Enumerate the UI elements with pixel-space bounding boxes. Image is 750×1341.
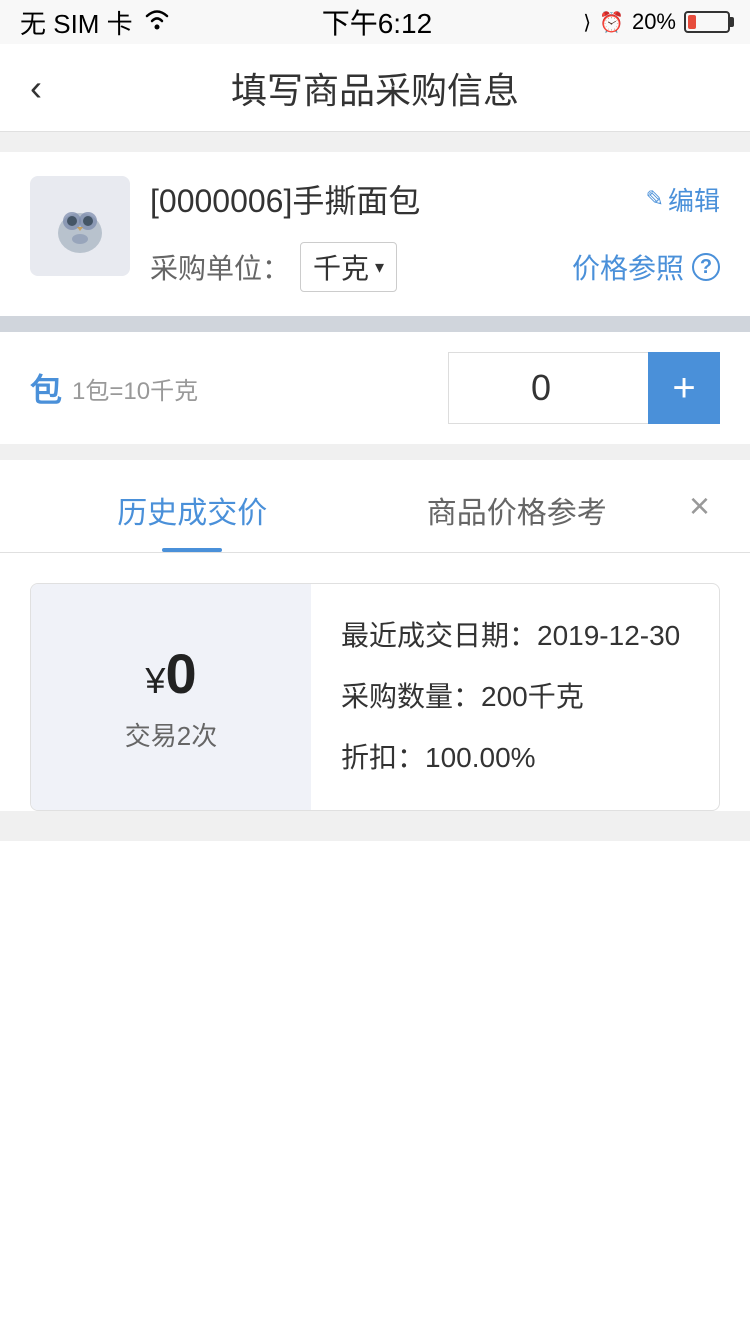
status-carrier: 无 SIM 卡 [20, 4, 171, 41]
tab-product-price-ref[interactable]: 商品价格参考 [354, 460, 678, 552]
edit-icon: ✎ [646, 186, 664, 212]
price-detail-qty: 采购数量：200千克 [341, 675, 689, 720]
price-card: ¥0 交易2次 最近成交日期：2019-12-30 采购数量：200千克 折扣：… [30, 583, 720, 811]
product-logo-icon [45, 191, 115, 261]
question-icon: ? [692, 253, 720, 281]
chevron-down-icon: ▾ [375, 257, 384, 278]
price-card-left: ¥0 交易2次 [31, 584, 311, 810]
product-header: [0000006]手撕面包 ✎ 编辑 采购单位： 千克 ▾ 价格参照 ? [30, 176, 720, 292]
quantity-plus-button[interactable]: + [648, 352, 720, 424]
battery-indicator [684, 11, 730, 33]
status-right-group: ⟩ ⏰ 20% [583, 9, 730, 35]
edit-link[interactable]: ✎ 编辑 [646, 181, 720, 218]
tab-history-price[interactable]: 历史成交价 [30, 460, 354, 552]
product-name: [0000006]手撕面包 [150, 176, 420, 222]
quantity-section: 包 1包=10千克 + [0, 332, 750, 444]
page-title: 填写商品采购信息 [231, 62, 519, 114]
quantity-input[interactable] [448, 352, 648, 424]
close-panel-button[interactable]: × [679, 475, 720, 537]
product-thumbnail [30, 176, 130, 276]
status-time: 下午6:12 [322, 2, 433, 42]
unit-box-label: 包 [30, 365, 62, 411]
product-info: [0000006]手撕面包 ✎ 编辑 采购单位： 千克 ▾ 价格参照 ? [150, 176, 720, 292]
quantity-unit-info: 包 1包=10千克 [30, 365, 198, 411]
bottom-fill [0, 841, 750, 1341]
price-detail-date: 最近成交日期：2019-12-30 [341, 614, 689, 659]
price-panel: 历史成交价 商品价格参考 × ¥0 交易2次 最近成交日期：2019-12-30… [0, 460, 750, 811]
wifi-icon [143, 8, 171, 36]
price-card-right: 最近成交日期：2019-12-30 采购数量：200千克 折扣：100.00% [311, 584, 719, 810]
unit-select-dropdown[interactable]: 千克 ▾ [300, 242, 397, 292]
nav-header: ‹ 填写商品采购信息 [0, 44, 750, 132]
location-icon: ⟩ [583, 10, 591, 35]
gray-divider-band [0, 316, 750, 332]
quantity-input-row: + [448, 352, 720, 424]
product-top-row: [0000006]手撕面包 ✎ 编辑 [150, 176, 720, 222]
battery-percent: 20% [632, 9, 676, 35]
tab-bar: 历史成交价 商品价格参考 × [0, 460, 750, 553]
unit-label: 采购单位： 千克 ▾ [150, 242, 397, 292]
price-ref-link[interactable]: 价格参照 ? [572, 247, 720, 287]
currency-symbol: ¥ [145, 660, 165, 701]
price-amount: ¥0 [145, 641, 196, 706]
alarm-icon: ⏰ [599, 10, 624, 35]
product-section: [0000006]手撕面包 ✎ 编辑 采购单位： 千克 ▾ 价格参照 ? [0, 152, 750, 316]
back-button[interactable]: ‹ [30, 67, 42, 109]
product-unit-row: 采购单位： 千克 ▾ 价格参照 ? [150, 242, 720, 292]
unit-conversion: 1包=10千克 [72, 371, 198, 406]
price-detail-discount: 折扣：100.00% [341, 736, 689, 781]
price-transactions: 交易2次 [125, 716, 217, 753]
status-bar: 无 SIM 卡 下午6:12 ⟩ ⏰ 20% [0, 0, 750, 44]
